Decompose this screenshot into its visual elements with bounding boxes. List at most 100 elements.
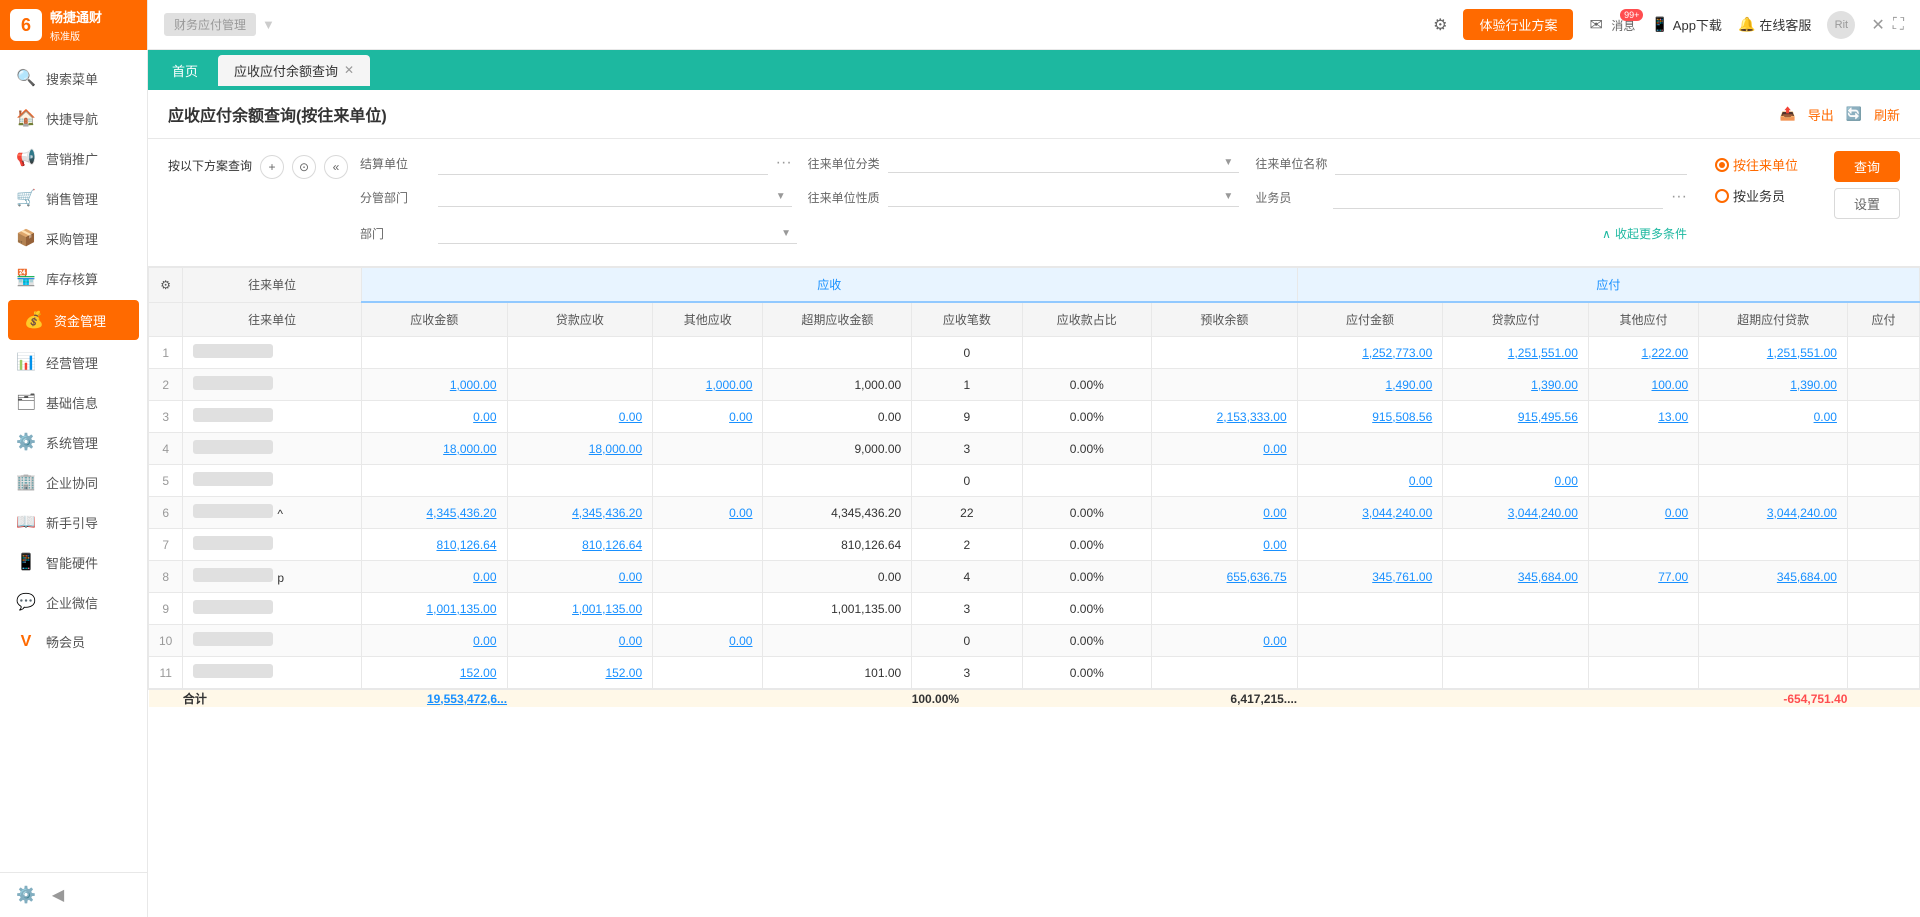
breadcrumb-text: 财务应付管理: [164, 13, 256, 36]
sidebar-item-guide[interactable]: 📖 新手引导: [0, 502, 147, 542]
user-info[interactable]: Rit: [1827, 11, 1855, 39]
page-header: 应收应付余额查询(按往来单位) 📤 导出 🔄 刷新: [148, 90, 1920, 139]
refresh-button[interactable]: 刷新: [1874, 105, 1900, 124]
sidebar-item-label: 销售管理: [46, 189, 98, 208]
partner-name-input[interactable]: [1335, 152, 1687, 175]
sidebar-item-label: 库存核算: [46, 269, 98, 288]
sidebar-item-search[interactable]: 🔍 搜索菜单: [0, 58, 147, 98]
salesperson-dots-icon[interactable]: ···: [1671, 188, 1687, 206]
department-select[interactable]: ▼: [438, 187, 792, 207]
sidebar-item-system[interactable]: ⚙️ 系统管理: [0, 422, 147, 462]
topbar: 财务应付管理 ▼ ⚙ 体验行业方案 ✉ 99+ 消息 📱 App下载 🔔 在线客…: [148, 0, 1920, 50]
ap-group-header: 应付: [1297, 268, 1919, 303]
total-ap-loan: [1443, 689, 1589, 707]
chevron-down-icon4: ▼: [781, 228, 791, 239]
settings-icon[interactable]: ⚙️: [16, 885, 36, 905]
collapse-sidebar-icon[interactable]: ◀: [52, 885, 64, 905]
tab-home[interactable]: 首页: [156, 55, 214, 86]
th-ap-other: 其他应付: [1588, 302, 1698, 337]
sidebar-item-quicknav[interactable]: 🏠 快捷导航: [0, 98, 147, 138]
service-label: 在线客服: [1759, 15, 1811, 34]
sidebar-item-finance[interactable]: 💰 资金管理: [8, 300, 139, 340]
operations-icon: 📊: [16, 352, 36, 372]
filter-row-3: 部门 ▼ ∧ 收起更多条件: [360, 219, 1687, 248]
table-body: 101,252,773.001,251,551.001,222.001,251,…: [149, 337, 1920, 690]
sidebar-item-inventory[interactable]: 🏪 库存核算: [0, 258, 147, 298]
sidebar-item-label: 采购管理: [46, 229, 98, 248]
total-ar-other: [653, 689, 763, 707]
settings-col-header[interactable]: ⚙: [149, 268, 183, 303]
filter-toolbar: 按以下方案查询 + ⊙ « 结算单位 ··· 往来单位分类: [168, 151, 1900, 254]
sales-icon: 🛒: [16, 188, 36, 208]
sidebar-item-member[interactable]: V 畅会员: [0, 622, 147, 661]
table-row: 100.000.000.0000.00%0.00: [149, 625, 1920, 657]
online-service[interactable]: 🔔 在线客服: [1738, 15, 1811, 34]
filter-field-salesperson: 业务员 ···: [1255, 185, 1687, 209]
total-ar-amount[interactable]: 19,553,472,6...: [361, 689, 507, 707]
filter-row-1: 结算单位 ··· 往来单位分类 ▼ 往来单位名称: [360, 151, 1687, 175]
export-button[interactable]: 导出: [1808, 105, 1834, 124]
page-header-actions: 📤 导出 🔄 刷新: [1780, 105, 1900, 124]
tab-ar-ap[interactable]: 应收应付余额查询 ✕: [218, 55, 370, 86]
table-row: 21,000.001,000.001,000.0010.00%1,490.001…: [149, 369, 1920, 401]
table-container: ⚙ 往来单位 应收 应付 往来单位 应收金额 贷款应收 其他应收 超期应收金额 …: [148, 267, 1920, 917]
basic-icon: 🗂: [16, 392, 36, 412]
close-window-icon[interactable]: ✕: [1871, 15, 1884, 35]
topbar-actions: ✉ 99+ 消息 📱 App下载 🔔 在线客服 Rit: [1589, 11, 1855, 39]
finance-icon: 💰: [24, 310, 44, 330]
row-partner: [183, 657, 362, 690]
table-footer: 合计 19,553,472,6... 100.00% 6,417,215....…: [149, 689, 1920, 707]
th-ar-other: 其他应收: [653, 302, 763, 337]
query-button[interactable]: 查询: [1834, 151, 1900, 182]
scheme-by-partner[interactable]: 按往来单位: [1707, 151, 1806, 178]
filter-field-settlement: 结算单位 ···: [360, 151, 792, 175]
salesperson-input[interactable]: [1333, 185, 1663, 209]
row-no: 10: [149, 625, 183, 657]
refresh-icon: 🔄: [1846, 106, 1862, 122]
breadcrumb-arrow: ▼: [262, 17, 275, 32]
settings-scheme-button[interactable]: ⊙: [292, 155, 316, 179]
collapse-scheme-button[interactable]: «: [324, 155, 348, 179]
row-no: 11: [149, 657, 183, 690]
sidebar-item-purchase[interactable]: 📦 采购管理: [0, 218, 147, 258]
maximize-window-icon[interactable]: ⛶: [1893, 16, 1904, 34]
add-scheme-button[interactable]: +: [260, 155, 284, 179]
partner-nature-label: 往来单位性质: [808, 189, 880, 206]
chevron-down-icon: ▼: [1223, 157, 1233, 168]
settlement-dots-icon[interactable]: ···: [776, 154, 792, 172]
sidebar-item-operations[interactable]: 📊 经营管理: [0, 342, 147, 382]
user-avatar: Rit: [1827, 11, 1855, 39]
sidebar-item-label: 系统管理: [46, 433, 98, 452]
tab-ar-ap-label: 应收应付余额查询: [234, 61, 338, 80]
partner-name-label: 往来单位名称: [1255, 155, 1327, 172]
total-ap-amount: [1297, 689, 1443, 707]
total-ap-suffix: [1847, 689, 1919, 707]
partner-category-select[interactable]: ▼: [888, 153, 1240, 173]
total-row: 合计 19,553,472,6... 100.00% 6,417,215....…: [149, 689, 1920, 707]
app-label: App下载: [1673, 15, 1722, 34]
sidebar-item-enterprise[interactable]: 🏢 企业协同: [0, 462, 147, 502]
dept-select[interactable]: ▼: [438, 224, 797, 244]
partner-nature-select[interactable]: ▼: [888, 187, 1240, 207]
sidebar-item-sales[interactable]: 🛒 销售管理: [0, 178, 147, 218]
sidebar-item-marketing[interactable]: 📢 营销推广: [0, 138, 147, 178]
sidebar-item-basic[interactable]: 🗂 基础信息: [0, 382, 147, 422]
scheme-partner-label: 按往来单位: [1733, 155, 1798, 174]
export-icon: 📤: [1780, 106, 1796, 122]
tab-close-icon[interactable]: ✕: [344, 63, 354, 77]
settings-gear-icon[interactable]: ⚙: [1433, 15, 1447, 35]
total-ar-ratio: 100.00%: [912, 689, 1022, 707]
settlement-input[interactable]: [438, 151, 768, 175]
collapse-more-button[interactable]: ∧ 收起更多条件: [1602, 219, 1687, 248]
th-ap-suffix: 应付: [1847, 302, 1919, 337]
settings-button[interactable]: 设置: [1834, 188, 1900, 219]
message-icon-container[interactable]: ✉ 99+ 消息: [1589, 15, 1635, 35]
promo-button[interactable]: 体验行业方案: [1463, 9, 1573, 40]
app-download[interactable]: 📱 App下载: [1651, 15, 1722, 34]
topbar-breadcrumb: 财务应付管理 ▼: [164, 13, 1417, 36]
enterprise-icon: 🏢: [16, 472, 36, 492]
sidebar-item-hardware[interactable]: 📱 智能硬件: [0, 542, 147, 582]
sidebar-item-wechat[interactable]: 💬 企业微信: [0, 582, 147, 622]
scheme-by-salesperson[interactable]: 按业务员: [1707, 182, 1806, 209]
table-row: 30.000.000.000.0090.00%2,153,333.00915,5…: [149, 401, 1920, 433]
